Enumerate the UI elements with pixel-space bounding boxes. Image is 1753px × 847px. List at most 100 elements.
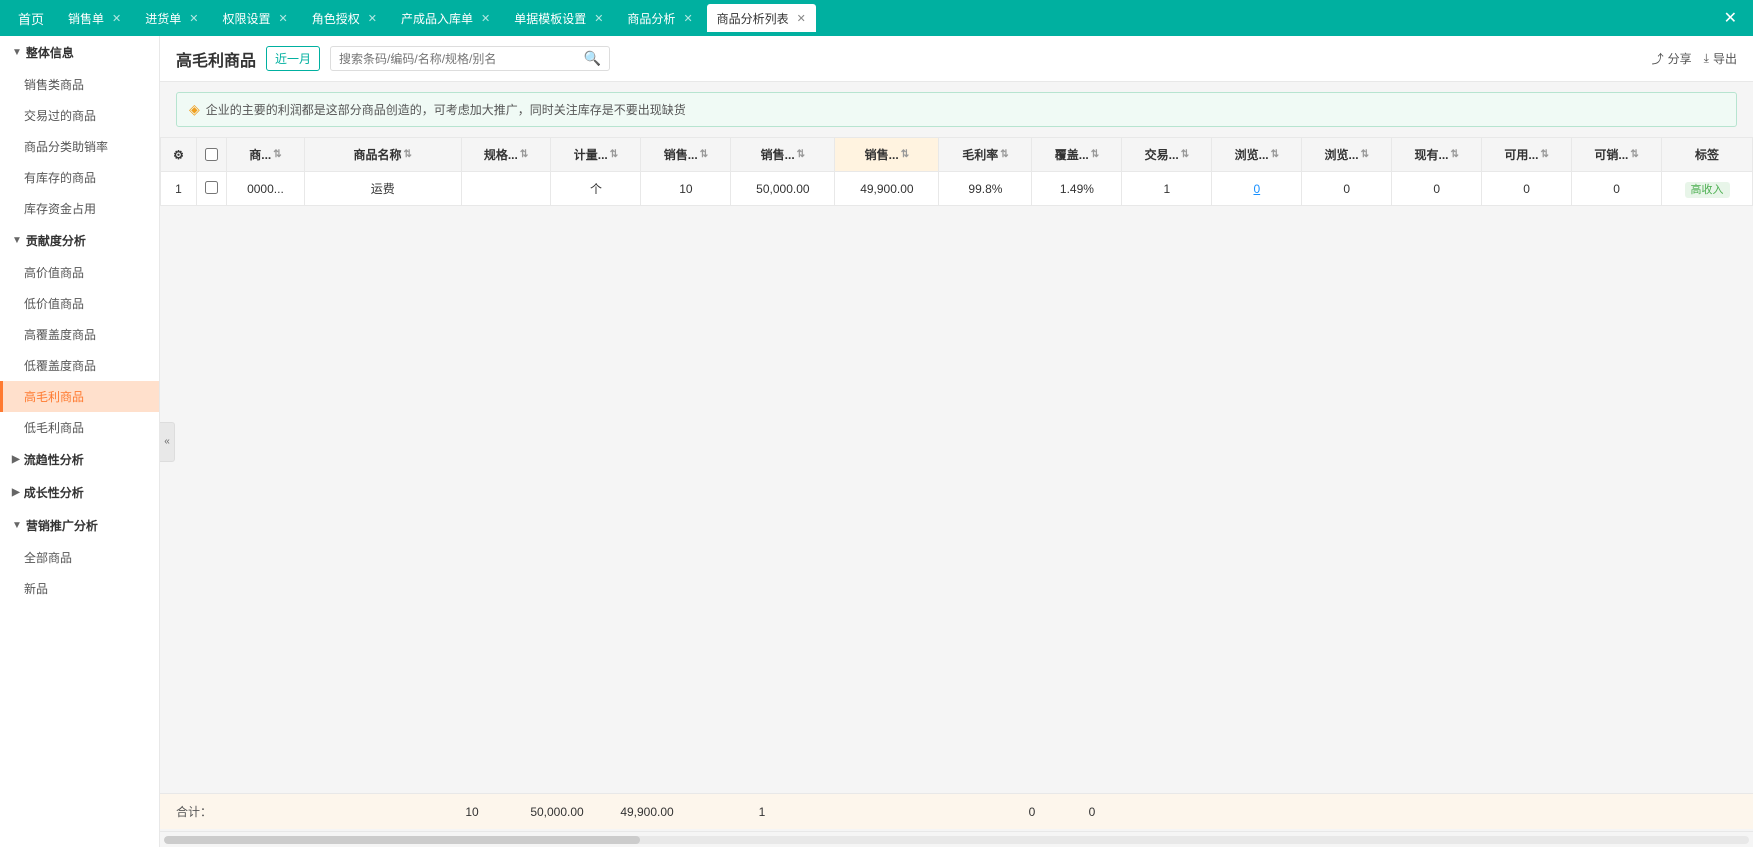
th-current-stock[interactable]: 现有... ⇅: [1392, 138, 1482, 172]
sidebar-item-low-value[interactable]: 低价值商品: [0, 288, 159, 319]
th-gross-rate[interactable]: 毛利率 ⇅: [939, 138, 1032, 172]
close-sales-tab[interactable]: ✕: [112, 12, 121, 25]
nav-tab-product-analysis[interactable]: 商品分析 ✕: [617, 4, 702, 32]
th-browse2[interactable]: 浏览... ⇅: [1302, 138, 1392, 172]
sidebar-group-growth[interactable]: ▶ 成长性分析: [0, 476, 159, 509]
sidebar-collapse-button[interactable]: «: [160, 422, 175, 462]
scrollbar-track: [164, 836, 1749, 844]
sidebar-item-low-margin[interactable]: 低毛利商品: [0, 412, 159, 443]
sidebar-item-high-value[interactable]: 高价值商品: [0, 257, 159, 288]
sort-current-stock-icon: ⇅: [1451, 149, 1459, 160]
info-banner: ◈ 企业的主要的利润都是这部分商品创造的，可考虑加大推广，同时关注库存是不要出现…: [176, 92, 1737, 127]
footer-cells: 10 50,000.00 49,900.00 1 0 0: [212, 805, 1737, 819]
cell-sellable-stock: 0: [1572, 172, 1662, 206]
cell-num: 1: [161, 172, 197, 206]
export-button[interactable]: ⤓ 导出: [1704, 50, 1737, 67]
page-title: 高毛利商品: [176, 47, 256, 71]
cell-checkbox[interactable]: [197, 172, 227, 206]
cell-current-stock: 0: [1392, 172, 1482, 206]
th-sales-qty[interactable]: 销售... ⇅: [641, 138, 731, 172]
sidebar-item-traded-goods[interactable]: 交易过的商品: [0, 100, 159, 131]
th-sellable-stock[interactable]: 可销... ⇅: [1572, 138, 1662, 172]
header-actions: ⤴ 分享 ⤓ 导出: [1652, 50, 1737, 67]
cell-spec: [461, 172, 551, 206]
export-icon: ⤓: [1704, 51, 1709, 66]
th-checkbox[interactable]: [197, 138, 227, 172]
cell-browse2: 0: [1302, 172, 1392, 206]
content-header: 高毛利商品 近一月 🔍 ⤴ 分享 ⤓ 导出: [160, 36, 1753, 82]
nav-tab-product-analysis-list[interactable]: 商品分析列表 ✕: [707, 4, 816, 32]
sidebar: ▼ 整体信息 销售类商品 交易过的商品 商品分类助销率 有库存的商品 库存资金占…: [0, 36, 160, 847]
sort-available-stock-icon: ⇅: [1540, 149, 1548, 160]
sidebar-item-sales-goods[interactable]: 销售类商品: [0, 69, 159, 100]
sidebar-item-low-coverage[interactable]: 低覆盖度商品: [0, 350, 159, 381]
nav-tab-sales[interactable]: 销售单 ✕: [58, 4, 131, 32]
main-layout: ▼ 整体信息 销售类商品 交易过的商品 商品分类助销率 有库存的商品 库存资金占…: [0, 36, 1753, 847]
sort-name-icon: ⇅: [404, 149, 412, 160]
th-code[interactable]: 商... ⇅: [227, 138, 305, 172]
search-input[interactable]: [339, 52, 580, 66]
table-container[interactable]: ⚙ 商... ⇅ 商品名称: [160, 137, 1753, 811]
th-coverage[interactable]: 覆盖... ⇅: [1032, 138, 1122, 172]
th-settings[interactable]: ⚙: [161, 138, 197, 172]
sidebar-item-new-goods[interactable]: 新品: [0, 573, 159, 604]
close-product-analysis-list-tab[interactable]: ✕: [797, 12, 806, 25]
sort-trade-count-icon: ⇅: [1181, 149, 1189, 160]
close-permission-tab[interactable]: ✕: [279, 12, 288, 25]
search-box: 🔍: [330, 46, 610, 71]
close-purchase-tab[interactable]: ✕: [189, 12, 198, 25]
sidebar-group-overall[interactable]: ▼ 整体信息: [0, 36, 159, 69]
nav-tab-product-storage[interactable]: 产成品入库单 ✕: [391, 4, 500, 32]
th-sales-amount[interactable]: 销售... ⇅: [731, 138, 835, 172]
search-icon[interactable]: 🔍: [584, 50, 601, 67]
cell-trade-count: 1: [1122, 172, 1212, 206]
close-product-analysis-tab[interactable]: ✕: [683, 12, 692, 25]
sort-sellable-stock-icon: ⇅: [1630, 149, 1638, 160]
sidebar-item-high-coverage[interactable]: 高覆盖度商品: [0, 319, 159, 350]
horizontal-scrollbar[interactable]: [160, 831, 1753, 847]
nav-tab-purchase[interactable]: 进货单 ✕: [135, 4, 208, 32]
th-available-stock[interactable]: 可用... ⇅: [1482, 138, 1572, 172]
share-icon: ⤴: [1652, 50, 1664, 67]
sidebar-item-high-margin[interactable]: 高毛利商品: [0, 381, 159, 412]
footer-sales-profit: 49,900.00: [602, 805, 692, 819]
sort-unit-icon: ⇅: [610, 149, 618, 160]
sidebar-item-all-goods[interactable]: 全部商品: [0, 542, 159, 573]
close-product-storage-tab[interactable]: ✕: [481, 12, 490, 25]
cell-coverage: 1.49%: [1032, 172, 1122, 206]
arrow-growth-icon: ▶: [12, 487, 20, 498]
share-button[interactable]: ⤴ 分享: [1652, 50, 1692, 67]
nav-tab-permission[interactable]: 权限设置 ✕: [212, 4, 297, 32]
select-all-checkbox[interactable]: [205, 148, 218, 161]
th-unit[interactable]: 计量... ⇅: [551, 138, 641, 172]
footer-sales-qty: 10: [432, 805, 512, 819]
cell-gross-rate: 99.8%: [939, 172, 1032, 206]
arrow-marketing-icon: ▼: [12, 520, 22, 531]
sidebar-group-trend[interactable]: ▶ 流趋性分析: [0, 443, 159, 476]
footer-trade-count: 1: [722, 805, 802, 819]
cell-sales-amount: 50,000.00: [731, 172, 835, 206]
window-close-button[interactable]: ✕: [1716, 8, 1745, 28]
nav-tab-template[interactable]: 单据模板设置 ✕: [504, 4, 613, 32]
browse1-link[interactable]: 0: [1253, 182, 1260, 196]
nav-tab-role[interactable]: 角色授权 ✕: [302, 4, 387, 32]
th-trade-count[interactable]: 交易... ⇅: [1122, 138, 1212, 172]
th-tag[interactable]: 标签: [1662, 138, 1753, 172]
th-spec[interactable]: 规格... ⇅: [461, 138, 551, 172]
time-filter-button[interactable]: 近一月: [266, 46, 320, 71]
th-sales-profit[interactable]: 销售... ⇅: [835, 138, 939, 172]
cell-browse1[interactable]: 0: [1212, 172, 1302, 206]
sidebar-group-contribution[interactable]: ▼ 贡献度分析: [0, 224, 159, 257]
th-browse1[interactable]: 浏览... ⇅: [1212, 138, 1302, 172]
scrollbar-thumb[interactable]: [164, 836, 640, 844]
close-template-tab[interactable]: ✕: [594, 12, 603, 25]
sidebar-group-marketing[interactable]: ▼ 营销推广分析: [0, 509, 159, 542]
th-name[interactable]: 商品名称 ⇅: [304, 138, 461, 172]
sidebar-item-stock-goods[interactable]: 有库存的商品: [0, 162, 159, 193]
sidebar-item-stock-capital[interactable]: 库存资金占用: [0, 193, 159, 224]
sidebar-item-category-rate[interactable]: 商品分类助销率: [0, 131, 159, 162]
row-checkbox[interactable]: [205, 181, 218, 194]
cell-available-stock: 0: [1482, 172, 1572, 206]
nav-home[interactable]: 首页: [8, 4, 54, 32]
close-role-tab[interactable]: ✕: [368, 12, 377, 25]
